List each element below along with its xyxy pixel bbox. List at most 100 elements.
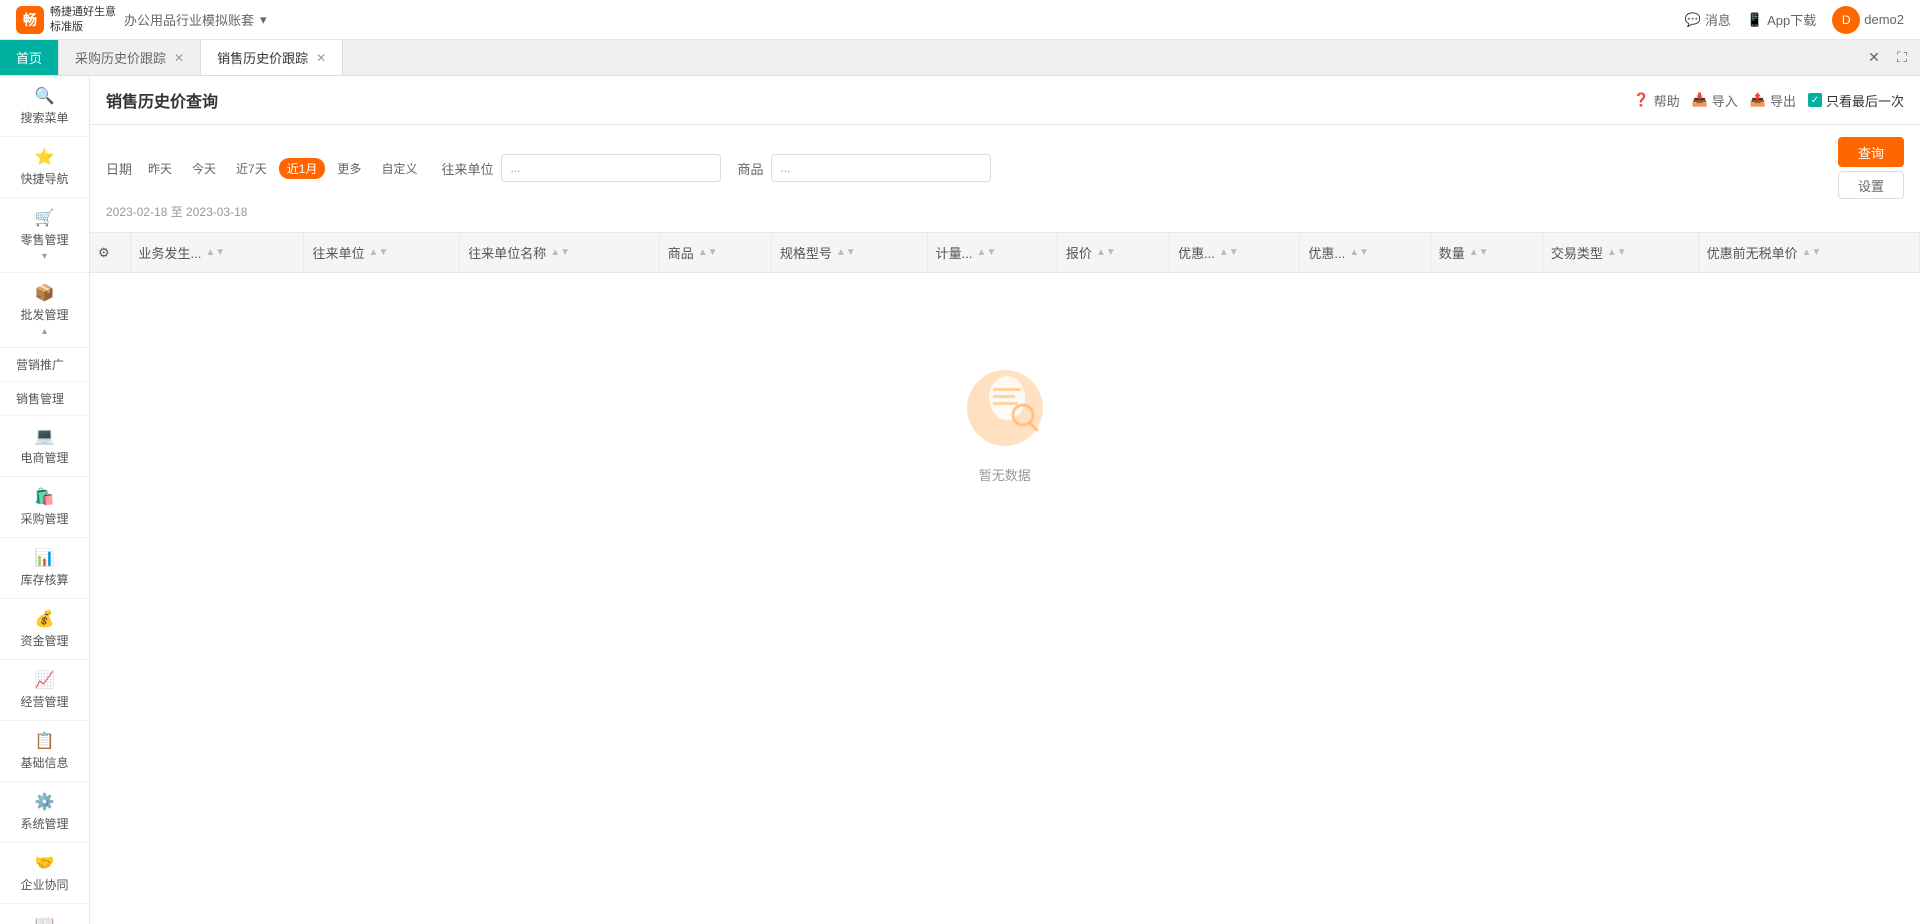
finance-icon: 💰 <box>35 609 55 629</box>
empty-text: 暂无数据 <box>979 465 1031 484</box>
col-discount1[interactable]: 优惠... ▲▼ <box>1170 233 1300 273</box>
close-tab-btn[interactable]: ✕ <box>1864 48 1884 68</box>
date-custom-btn[interactable]: 自定义 <box>373 158 425 179</box>
sidebar-item-system[interactable]: ⚙️ 系统管理 <box>0 782 89 843</box>
close-purchase-tab-icon[interactable]: ✕ <box>174 51 184 65</box>
sidebar-sub-marketing[interactable]: 营销推广 <box>0 348 89 382</box>
user-menu-btn[interactable]: D demo2 <box>1832 6 1904 34</box>
tab-sales-history[interactable]: 销售历史价跟踪 ✕ <box>201 40 343 75</box>
close-sales-tab-icon[interactable]: ✕ <box>316 51 326 65</box>
sidebar-item-inventory[interactable]: 📊 库存核算 <box>0 538 89 599</box>
maximize-btn[interactable]: ⛶ <box>1892 48 1912 68</box>
sidebar-item-search-menu[interactable]: 🔍 搜索菜单 <box>0 76 89 137</box>
sort-icon-product: ▲▼ <box>698 248 718 258</box>
date-more-btn[interactable]: 更多 <box>329 158 369 179</box>
date-last1month-btn[interactable]: 近1月 <box>279 158 326 179</box>
filter-bar: 日期 昨天 今天 近7天 近1月 更多 自定义 往来单位 ... <box>90 125 1920 233</box>
col-spec[interactable]: 规格型号 ▲▼ <box>771 233 927 273</box>
sidebar-item-quick-nav[interactable]: ⭐ 快捷导航 <box>0 137 89 198</box>
import-btn[interactable]: 📥 导入 <box>1692 91 1738 110</box>
enterprise-collab-icon: 🤝 <box>35 853 55 873</box>
sidebar: 🔍 搜索菜单 ⭐ 快捷导航 🛒 零售管理 ▾ 📦 批发管理 ▴ 营销推广 销售管… <box>0 76 90 924</box>
sidebar-item-wholesale[interactable]: 📦 批发管理 ▴ <box>0 273 89 348</box>
partner-filter-group: 往来单位 ... <box>441 154 721 182</box>
table-header-row: ⚙ 业务发生... ▲▼ 往来单位 ▲▼ <box>90 233 1920 273</box>
col-unit[interactable]: 计量... ▲▼ <box>927 233 1057 273</box>
sidebar-item-finance[interactable]: 💰 资金管理 <box>0 599 89 660</box>
sidebar-item-beginner[interactable]: 📖 新手引导 <box>0 904 89 924</box>
page-title: 销售历史价查询 <box>106 88 218 124</box>
last-only-checkbox[interactable]: ✓ <box>1808 93 1822 107</box>
sidebar-item-basic-info[interactable]: 📋 基础信息 <box>0 721 89 782</box>
date-last7days-btn[interactable]: 近7天 <box>228 158 275 179</box>
sidebar-item-ecommerce[interactable]: 💻 电商管理 <box>0 416 89 477</box>
wholesale-arrow-icon: ▴ <box>42 326 47 337</box>
tab-home[interactable]: 首页 <box>0 40 59 75</box>
download-icon: 📱 <box>1747 12 1763 28</box>
sidebar-sub-sales-mgmt[interactable]: 销售管理 <box>0 382 89 416</box>
sort-icon-biz-date: ▲▼ <box>205 248 225 258</box>
message-btn[interactable]: 💬 消息 <box>1685 10 1731 29</box>
tab-bar-actions: ✕ ⛶ <box>1864 40 1920 75</box>
col-product[interactable]: 商品 ▲▼ <box>659 233 771 273</box>
inventory-icon: 📊 <box>35 548 55 568</box>
setting-btn[interactable]: 设置 <box>1838 171 1904 199</box>
col-quoted-price[interactable]: 报价 ▲▼ <box>1057 233 1169 273</box>
tab-purchase-history[interactable]: 采购历史价跟踪 ✕ <box>59 40 201 75</box>
col-partner-name[interactable]: 往来单位名称 ▲▼ <box>460 233 659 273</box>
app-download-btn[interactable]: 📱 App下载 <box>1747 10 1816 29</box>
basic-info-icon: 📋 <box>35 731 55 751</box>
sort-icon-discount1: ▲▼ <box>1219 248 1239 258</box>
table-container: ⚙ 业务发生... ▲▼ 往来单位 ▲▼ <box>90 233 1920 924</box>
col-pretax-price[interactable]: 优惠前无税单价 ▲▼ <box>1698 233 1919 273</box>
message-icon: 💬 <box>1685 12 1701 28</box>
header-right: 💬 消息 📱 App下载 D demo2 <box>1685 6 1904 34</box>
purchase-icon: 🛍️ <box>35 487 55 507</box>
sidebar-item-operations[interactable]: 📈 经营管理 <box>0 660 89 721</box>
partner-label: 往来单位 <box>441 159 493 178</box>
sort-icon-pretax-price: ▲▼ <box>1802 248 1822 258</box>
date-yesterday-btn[interactable]: 昨天 <box>140 158 180 179</box>
wholesale-icon: 📦 <box>35 283 55 303</box>
col-settings[interactable]: ⚙ <box>90 233 130 273</box>
content-area: 销售历史价查询 ❓ 帮助 📥 导入 📤 导出 ✓ 只看最后一次 <box>90 76 1920 924</box>
product-input[interactable]: ... <box>771 154 991 182</box>
col-quantity[interactable]: 数量 ▲▼ <box>1430 233 1542 273</box>
page-header: 销售历史价查询 ❓ 帮助 📥 导入 📤 导出 ✓ 只看最后一次 <box>90 76 1920 125</box>
retail-icon: 🛒 <box>35 208 55 228</box>
sort-icon-unit: ▲▼ <box>976 248 996 258</box>
last-only-checkbox-label[interactable]: ✓ 只看最后一次 <box>1808 91 1904 110</box>
partner-input[interactable]: ... <box>501 154 721 182</box>
sort-icon-partner-code: ▲▼ <box>368 248 388 258</box>
workspace-selector[interactable]: 办公用品行业模拟账套 ▾ <box>124 10 267 29</box>
table-head: ⚙ 业务发生... ▲▼ 往来单位 ▲▼ <box>90 233 1920 273</box>
sidebar-item-purchase[interactable]: 🛍️ 采购管理 <box>0 477 89 538</box>
col-biz-date[interactable]: 业务发生... ▲▼ <box>130 233 304 273</box>
beginner-icon: 📖 <box>35 914 55 924</box>
logo-text: 畅捷通好生意 标准版 <box>50 5 116 34</box>
help-icon: ❓ <box>1633 92 1649 108</box>
sort-icon-spec: ▲▼ <box>836 248 856 258</box>
product-label: 商品 <box>737 159 763 178</box>
sidebar-item-enterprise-collab[interactable]: 🤝 企业协同 <box>0 843 89 904</box>
main-layout: 🔍 搜索菜单 ⭐ 快捷导航 🛒 零售管理 ▾ 📦 批发管理 ▴ 营销推广 销售管… <box>0 76 1920 924</box>
filter-row-1: 日期 昨天 今天 近7天 近1月 更多 自定义 往来单位 ... <box>106 137 1904 199</box>
logo-icon: 畅 <box>16 6 44 34</box>
system-icon: ⚙️ <box>35 792 55 812</box>
page-header-actions: ❓ 帮助 📥 导入 📤 导出 ✓ 只看最后一次 <box>1633 91 1904 122</box>
ecommerce-icon: 💻 <box>35 426 55 446</box>
empty-icon <box>955 353 1055 453</box>
help-btn[interactable]: ❓ 帮助 <box>1633 91 1679 110</box>
home-tab-label: 首页 <box>16 48 42 67</box>
date-label: 日期 <box>106 159 132 178</box>
sales-history-tab-label: 销售历史价跟踪 <box>217 48 308 67</box>
col-discount2[interactable]: 优惠... ▲▼ <box>1300 233 1430 273</box>
date-today-btn[interactable]: 今天 <box>184 158 224 179</box>
sidebar-item-retail[interactable]: 🛒 零售管理 ▾ <box>0 198 89 273</box>
query-btn[interactable]: 查询 <box>1838 137 1904 167</box>
col-trade-type[interactable]: 交易类型 ▲▼ <box>1542 233 1698 273</box>
dropdown-icon[interactable]: ▾ <box>260 12 267 28</box>
col-partner-code[interactable]: 往来单位 ▲▼ <box>304 233 460 273</box>
date-shortcuts: 昨天 今天 近7天 近1月 更多 自定义 <box>140 158 425 179</box>
export-btn[interactable]: 📤 导出 <box>1750 91 1796 110</box>
